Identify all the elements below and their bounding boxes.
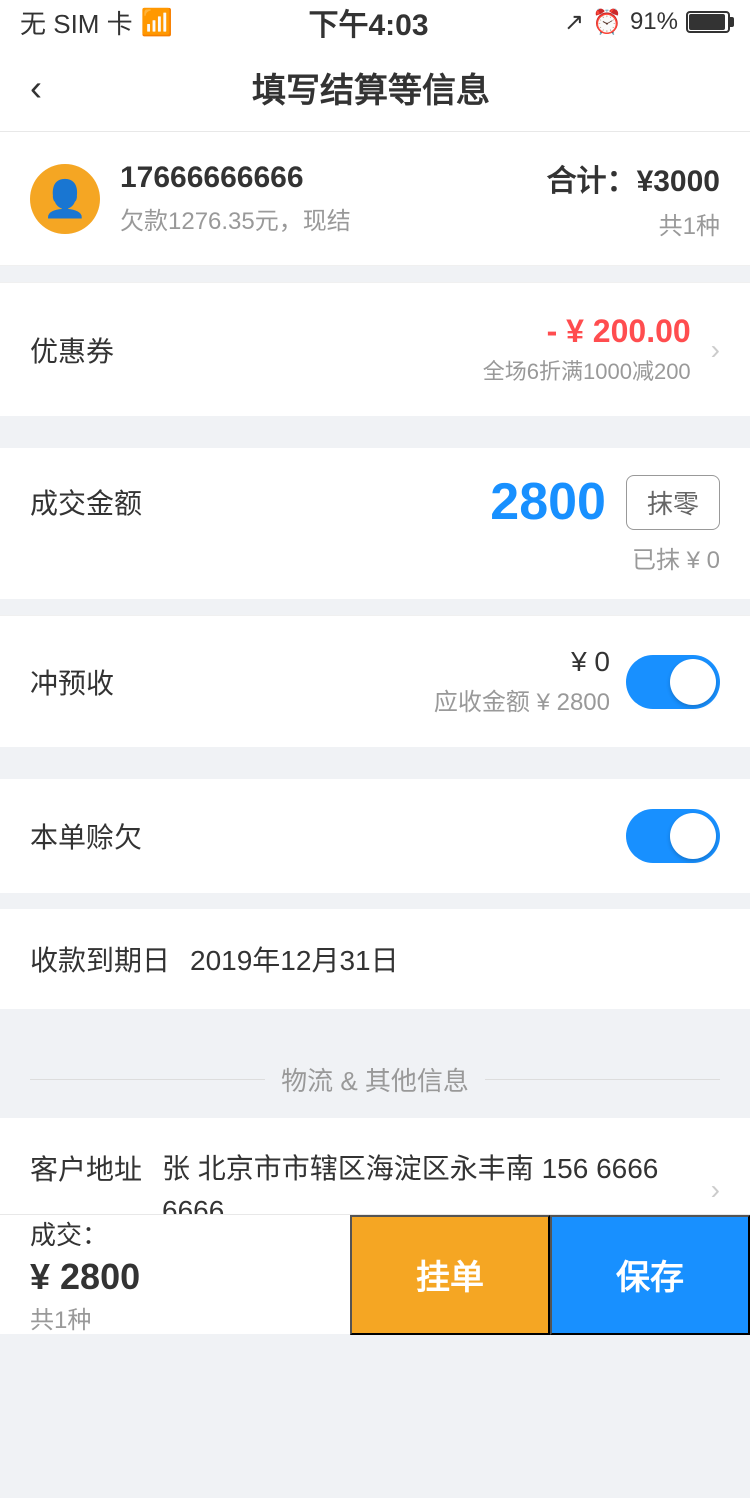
avatar-icon: 👤	[43, 178, 88, 220]
transaction-amount: 2800	[490, 472, 606, 532]
prepayment-right: ¥ 0 应收金额 ¥ 2800	[434, 646, 720, 717]
due-date-value: 2019年12月31日	[190, 939, 399, 979]
coupon-chevron-icon: ›	[711, 334, 720, 366]
bottom-info: 成交： ¥ 2800 共1种	[0, 1215, 350, 1335]
prepayment-row: 冲预收 ¥ 0 应收金额 ¥ 2800	[0, 615, 750, 747]
section-divider-3	[0, 1025, 750, 1041]
total-label: 合计：	[547, 165, 637, 198]
debit-section: 本单赊欠	[0, 779, 750, 893]
alarm-icon: ⏰	[592, 8, 622, 37]
coupon-row[interactable]: 优惠券 - ¥ 200.00 全场6折满1000减200 ›	[0, 282, 750, 416]
prepayment-amount: ¥ 0	[434, 646, 610, 678]
avatar: 👤	[30, 164, 100, 234]
transaction-section: 成交金额 2800 抹零 已抹 ¥ 0	[0, 448, 750, 599]
bottom-deal-label: 成交：	[30, 1215, 320, 1252]
back-button[interactable]: ‹	[30, 67, 42, 109]
battery-percent: 91%	[630, 8, 678, 36]
debit-toggle-knob	[670, 813, 716, 859]
total-value: ¥3000	[637, 165, 720, 198]
coupon-amount: - ¥ 200.00	[547, 313, 691, 350]
transaction-label: 成交金额	[30, 482, 142, 522]
due-date-label: 收款到期日	[30, 939, 170, 979]
logistics-line-right	[485, 1079, 720, 1080]
address-label: 客户地址	[30, 1148, 142, 1188]
transaction-row: 成交金额 2800 抹零	[30, 472, 720, 532]
round-button[interactable]: 抹零	[626, 475, 720, 530]
status-time: 下午4:03	[308, 0, 428, 44]
nav-bar: ‹ 填写结算等信息	[0, 44, 750, 132]
coupon-desc: 全场6折满1000减200	[483, 354, 691, 386]
due-date-section: 收款到期日 2019年12月31日	[0, 909, 750, 1009]
total-amount: 合计：¥3000	[547, 156, 720, 200]
status-left: 无 SIM 卡 📶	[20, 4, 173, 41]
location-icon: ↗	[564, 8, 584, 37]
user-info: 17666666666 欠款1276.35元，现结	[120, 161, 547, 236]
bottom-bar: 成交： ¥ 2800 共1种 挂单 保存	[0, 1214, 750, 1334]
hang-button[interactable]: 挂单	[350, 1215, 550, 1335]
logistics-line-left	[30, 1079, 265, 1080]
section-divider-1	[0, 432, 750, 448]
logistics-text: 物流 & 其他信息	[281, 1061, 469, 1098]
debit-label: 本单赊欠	[30, 816, 142, 856]
section-divider-2	[0, 763, 750, 779]
bottom-amount: ¥ 2800	[30, 1256, 320, 1298]
transaction-value-group: 2800 抹零	[490, 472, 720, 532]
debit-toggle[interactable]	[626, 809, 720, 863]
coupon-label: 优惠券	[30, 330, 483, 370]
save-button[interactable]: 保存	[550, 1215, 750, 1335]
battery-icon	[686, 11, 730, 33]
prepayment-values: ¥ 0 应收金额 ¥ 2800	[434, 646, 610, 717]
user-total: 合计：¥3000 共1种	[547, 156, 720, 241]
toggle-knob	[670, 659, 716, 705]
user-info-row: 👤 17666666666 欠款1276.35元，现结 合计：¥3000 共1种	[0, 132, 750, 266]
prepayment-toggle[interactable]	[626, 655, 720, 709]
transaction-sub: 已抹 ¥ 0	[30, 540, 720, 575]
prepayment-label: 冲预收	[30, 662, 434, 702]
logistics-divider: 物流 & 其他信息	[0, 1041, 750, 1118]
status-bar: 无 SIM 卡 📶 下午4:03 ↗ ⏰ 91%	[0, 0, 750, 44]
user-phone: 17666666666	[120, 161, 547, 195]
coupon-right: - ¥ 200.00 全场6折满1000减200	[483, 313, 691, 386]
sim-status: 无 SIM 卡	[20, 4, 133, 41]
user-debt: 欠款1276.35元，现结	[120, 201, 547, 236]
bottom-count: 共1种	[30, 1300, 320, 1335]
address-chevron-icon: ›	[711, 1174, 720, 1206]
wifi-icon: 📶	[141, 7, 173, 38]
status-right: ↗ ⏰ 91%	[564, 8, 730, 37]
page-title: 填写结算等信息	[62, 63, 680, 112]
total-count: 共1种	[547, 206, 720, 241]
prepayment-sub: 应收金额 ¥ 2800	[434, 682, 610, 717]
